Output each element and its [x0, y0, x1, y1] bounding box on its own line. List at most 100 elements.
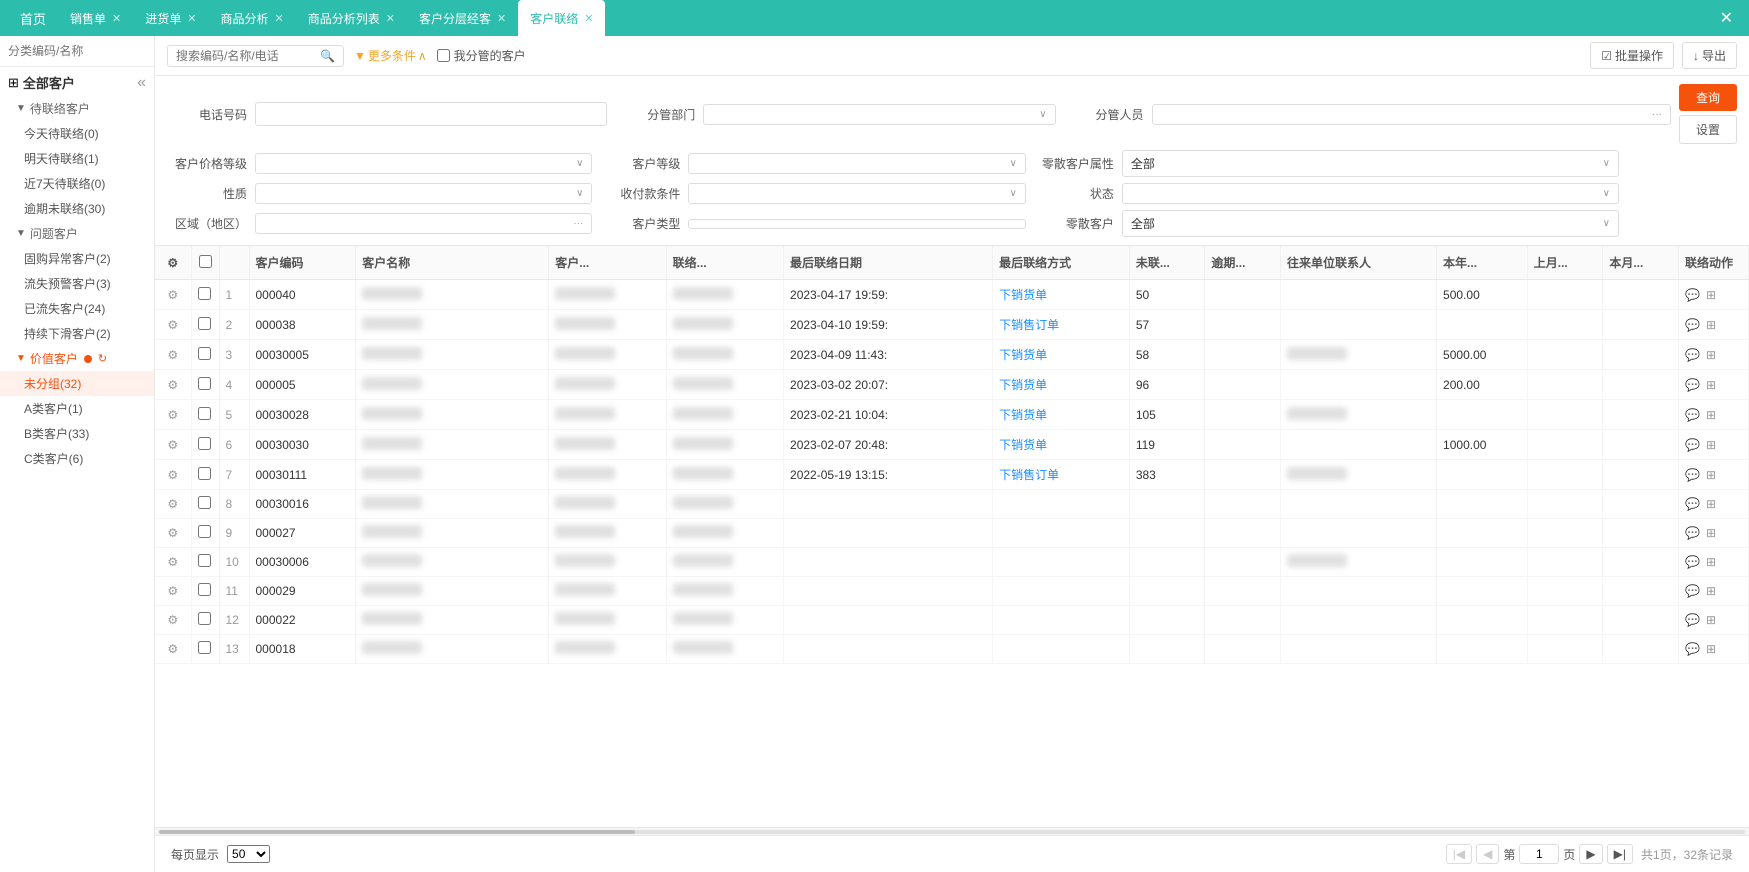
- row-checkbox[interactable]: [198, 377, 211, 390]
- sidebar-item-overdue-pending[interactable]: 逾期未联络(30): [0, 196, 154, 221]
- purchase-tab-close[interactable]: ✕: [187, 12, 196, 25]
- analysis-tab[interactable]: 商品分析 ✕: [208, 0, 295, 36]
- grid-action-icon[interactable]: ⊞: [1706, 438, 1716, 452]
- last-month-col-header[interactable]: 上月...: [1527, 246, 1603, 280]
- last-contact-type-link[interactable]: 下销货单: [999, 378, 1047, 392]
- customer-segment-tab[interactable]: 客户分层经客 ✕: [407, 0, 518, 36]
- message-action-icon[interactable]: 💬: [1685, 613, 1700, 627]
- sidebar-search-input[interactable]: [8, 44, 155, 58]
- row-checkbox[interactable]: [198, 407, 211, 420]
- message-action-icon[interactable]: 💬: [1685, 378, 1700, 392]
- row-settings-icon[interactable]: ⚙: [167, 468, 178, 482]
- row-checkbox[interactable]: [198, 612, 211, 625]
- this-year-col-header[interactable]: 本年...: [1437, 246, 1528, 280]
- row-checkbox[interactable]: [198, 583, 211, 596]
- refresh-icon[interactable]: ↻: [98, 352, 107, 365]
- sidebar-item-abnormal[interactable]: 固购异常客户(2): [0, 246, 154, 271]
- table-cell[interactable]: ⚙: [155, 460, 191, 490]
- batch-operations-button[interactable]: ☑ 批量操作: [1590, 42, 1674, 69]
- row-settings-icon[interactable]: ⚙: [167, 497, 178, 511]
- row-settings-icon[interactable]: ⚙: [167, 288, 178, 302]
- row-settings-icon[interactable]: ⚙: [167, 526, 178, 540]
- per-page-select[interactable]: 50 100: [227, 845, 270, 863]
- customer-type-select[interactable]: [688, 219, 1025, 229]
- person-select[interactable]: ···: [1152, 104, 1671, 125]
- table-cell[interactable]: ⚙: [155, 548, 191, 577]
- grid-action-icon[interactable]: ⊞: [1706, 378, 1716, 392]
- dept-select[interactable]: ∨: [703, 104, 1055, 125]
- purchase-tab[interactable]: 进货单 ✕: [133, 0, 208, 36]
- message-action-icon[interactable]: 💬: [1685, 408, 1700, 422]
- table-cell[interactable]: [191, 340, 219, 370]
- scrollbar-thumb[interactable]: [159, 830, 635, 834]
- phone-input[interactable]: [255, 102, 607, 126]
- nav-close-button[interactable]: ✕: [1712, 8, 1741, 28]
- table-cell[interactable]: ⚙: [155, 606, 191, 635]
- customer-name-col-header[interactable]: 客户名称: [356, 246, 549, 280]
- table-cell[interactable]: [191, 400, 219, 430]
- grid-action-icon[interactable]: ⊞: [1706, 468, 1716, 482]
- sidebar-item-today-pending[interactable]: 今天待联络(0): [0, 121, 154, 146]
- contact-action-col-header[interactable]: 联络动作: [1679, 246, 1749, 280]
- grid-action-icon[interactable]: ⊞: [1706, 613, 1716, 627]
- table-cell[interactable]: [191, 548, 219, 577]
- row-settings-icon[interactable]: ⚙: [167, 555, 178, 569]
- last-page-button[interactable]: ▶|: [1607, 844, 1633, 864]
- table-cell[interactable]: [191, 280, 219, 310]
- row-checkbox[interactable]: [198, 347, 211, 360]
- settings-col-header[interactable]: ⚙: [155, 246, 191, 280]
- next-page-button[interactable]: ▶: [1579, 844, 1602, 864]
- region-select[interactable]: ···: [255, 213, 592, 234]
- export-button[interactable]: ↓ 导出: [1682, 42, 1737, 69]
- customer-contact-tab[interactable]: 客户联络 ✕: [518, 0, 605, 36]
- table-cell[interactable]: ⚙: [155, 490, 191, 519]
- value-group-header[interactable]: ▼ 价值客户 ↻: [0, 346, 154, 371]
- row-checkbox[interactable]: [198, 437, 211, 450]
- unit-contact-col-header[interactable]: 往来单位联系人: [1281, 246, 1437, 280]
- grid-action-icon[interactable]: ⊞: [1706, 526, 1716, 540]
- grid-action-icon[interactable]: ⊞: [1706, 497, 1716, 511]
- table-cell[interactable]: 下销货单: [993, 370, 1130, 400]
- sidebar-item-class-b[interactable]: B类客户(33): [0, 421, 154, 446]
- problem-group-header[interactable]: ▼ 问题客户: [0, 221, 154, 246]
- table-cell[interactable]: [191, 460, 219, 490]
- table-cell[interactable]: 下销售订单: [993, 310, 1130, 340]
- query-button[interactable]: 查询: [1679, 84, 1737, 111]
- my-customers-checkbox[interactable]: [437, 49, 450, 62]
- customer-segment-tab-close[interactable]: ✕: [497, 12, 506, 25]
- pending-group-header[interactable]: ▼ 待联络客户: [0, 96, 154, 121]
- message-action-icon[interactable]: 💬: [1685, 584, 1700, 598]
- row-settings-icon[interactable]: ⚙: [167, 408, 178, 422]
- row-checkbox[interactable]: [198, 317, 211, 330]
- last-contact-date-col-header[interactable]: 最后联络日期: [784, 246, 993, 280]
- message-action-icon[interactable]: 💬: [1685, 438, 1700, 452]
- sales-tab-close[interactable]: ✕: [112, 12, 121, 25]
- scatter-attr-select[interactable]: 全部∨: [1122, 150, 1619, 177]
- filter-search-icon[interactable]: 🔍: [320, 49, 335, 63]
- sidebar-item-class-c[interactable]: C类客户(6): [0, 446, 154, 471]
- table-cell[interactable]: [191, 606, 219, 635]
- message-action-icon[interactable]: 💬: [1685, 468, 1700, 482]
- page-number-input[interactable]: [1519, 844, 1559, 864]
- message-action-icon[interactable]: 💬: [1685, 555, 1700, 569]
- row-checkbox[interactable]: [198, 554, 211, 567]
- sidebar-item-7day-pending[interactable]: 近7天待联络(0): [0, 171, 154, 196]
- grid-action-icon[interactable]: ⊞: [1706, 555, 1716, 569]
- last-contact-type-link[interactable]: 下销货单: [999, 348, 1047, 362]
- row-checkbox[interactable]: [198, 496, 211, 509]
- message-action-icon[interactable]: 💬: [1685, 526, 1700, 540]
- status-select[interactable]: ∨: [1122, 183, 1619, 204]
- overdue-col-header[interactable]: 逾期...: [1205, 246, 1281, 280]
- row-settings-icon[interactable]: ⚙: [167, 438, 178, 452]
- table-cell[interactable]: [191, 519, 219, 548]
- table-cell[interactable]: 下销售订单: [993, 460, 1130, 490]
- customer-type-col-header[interactable]: 客户...: [549, 246, 666, 280]
- last-contact-type-link[interactable]: 下销货单: [999, 438, 1047, 452]
- row-settings-icon[interactable]: ⚙: [167, 584, 178, 598]
- last-contact-type-link[interactable]: 下销货单: [999, 288, 1047, 302]
- last-contact-type-link[interactable]: 下销售订单: [999, 468, 1059, 482]
- table-cell[interactable]: ⚙: [155, 519, 191, 548]
- row-checkbox[interactable]: [198, 287, 211, 300]
- table-cell[interactable]: 下销货单: [993, 340, 1130, 370]
- message-action-icon[interactable]: 💬: [1685, 642, 1700, 656]
